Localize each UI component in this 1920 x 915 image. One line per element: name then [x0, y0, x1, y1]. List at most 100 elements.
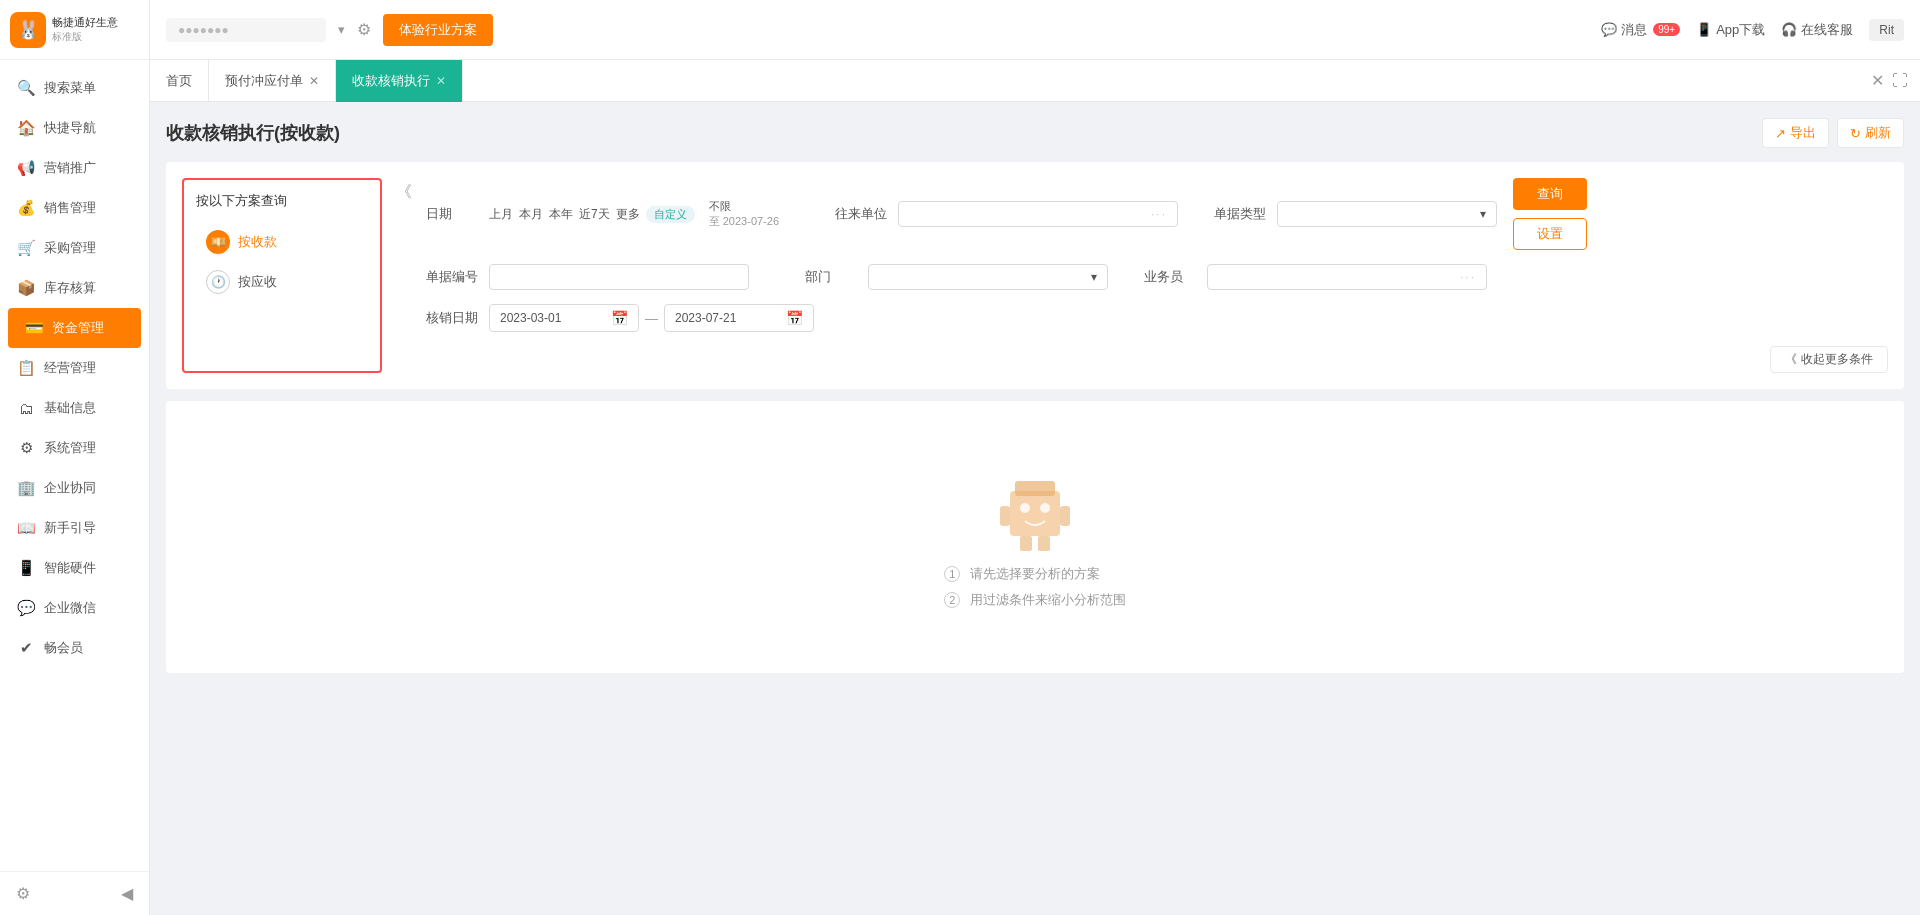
message-button[interactable]: 💬 消息 99+	[1601, 21, 1680, 39]
filter-collapse-button[interactable]: 《	[394, 178, 414, 373]
guide-menu-label: 新手引导	[44, 519, 96, 537]
filter-sidebar-title: 按以下方案查询	[196, 192, 368, 210]
counterpart-label: 往来单位	[835, 205, 890, 223]
sidebar-item-basic[interactable]: 🗂 基础信息	[0, 388, 149, 428]
date-last-7days[interactable]: 近7天	[579, 206, 610, 223]
tab-home[interactable]: 首页	[150, 60, 209, 102]
system-menu-label: 系统管理	[44, 439, 96, 457]
sales-menu-label: 销售管理	[44, 199, 96, 217]
collapse-sidebar-icon[interactable]: ◀	[121, 884, 133, 903]
operation-menu-label: 经营管理	[44, 359, 96, 377]
svg-rect-4	[1000, 506, 1010, 526]
tab-window-buttons: ✕ ⛶	[1871, 71, 1920, 90]
industry-solution-button[interactable]: 体验行业方案	[383, 14, 493, 46]
filter-settings-button[interactable]: 设置	[1513, 218, 1587, 250]
member-menu-label: 畅会员	[44, 639, 83, 657]
service-icon: 🎧	[1781, 22, 1797, 37]
tab-prepay[interactable]: 预付冲应付单 ✕	[209, 60, 336, 102]
filter-option-by-receivable[interactable]: 🕐 按应收	[196, 262, 368, 302]
tab-prepay-label: 预付冲应付单	[225, 72, 303, 90]
app-download-button[interactable]: 📱 App下载	[1696, 21, 1765, 39]
sidebar-item-member[interactable]: ✔ 畅会员	[0, 628, 149, 668]
message-icon: 💬	[1601, 22, 1617, 37]
header-right: 💬 消息 99+ 📱 App下载 🎧 在线客服 Rit	[1601, 19, 1904, 41]
date-this-month[interactable]: 本月	[519, 206, 543, 223]
sidebar-item-wechat[interactable]: 💬 企业微信	[0, 588, 149, 628]
date-last-month[interactable]: 上月	[489, 206, 513, 223]
wechat-menu-label: 企业微信	[44, 599, 96, 617]
tab-bar: 首页 预付冲应付单 ✕ 收款核销执行 ✕ ✕ ⛶	[150, 60, 1920, 102]
svg-point-3	[1040, 503, 1050, 513]
tab-prepay-close-icon[interactable]: ✕	[309, 74, 319, 88]
tab-home-label: 首页	[166, 72, 192, 90]
logo-edition: 标准版	[52, 30, 118, 44]
svg-rect-0	[1010, 491, 1060, 536]
tab-maximize-icon[interactable]: ⛶	[1892, 72, 1908, 90]
sidebar-item-search[interactable]: 🔍 搜索菜单	[0, 68, 149, 108]
date-custom[interactable]: 自定义	[646, 206, 695, 223]
query-button[interactable]: 查询	[1513, 178, 1587, 210]
purchase-menu-label: 采购管理	[44, 239, 96, 257]
header-dropdown-icon[interactable]: ▾	[338, 22, 345, 37]
doctype-select[interactable]: ▾	[1277, 201, 1497, 227]
sidebar-item-sales[interactable]: 💰 销售管理	[0, 188, 149, 228]
by-receivable-label: 按应收	[238, 273, 277, 291]
collapse-more-button[interactable]: 《 收起更多条件	[1770, 346, 1888, 373]
collapse-more-section: 《 收起更多条件	[426, 346, 1888, 373]
user-avatar[interactable]: Rit	[1869, 19, 1904, 41]
search-menu-label: 搜索菜单	[44, 79, 96, 97]
doctype-dropdown-icon: ▾	[1480, 207, 1486, 221]
guide-menu-icon: 📖	[16, 518, 36, 538]
counterpart-dots: ···	[1151, 207, 1167, 221]
sidebar-item-marketing[interactable]: 📢 营销推广	[0, 148, 149, 188]
sidebar-item-operation[interactable]: 📋 经营管理	[0, 348, 149, 388]
date-this-year[interactable]: 本年	[549, 206, 573, 223]
sidebar-item-guide[interactable]: 📖 新手引导	[0, 508, 149, 548]
tab-receipt-writeoff[interactable]: 收款核销执行 ✕	[336, 60, 463, 102]
refresh-button[interactable]: ↻ 刷新	[1837, 118, 1904, 148]
writeoff-date-end-input[interactable]: 2023-07-21 📅	[664, 304, 814, 332]
sidebar-item-enterprise[interactable]: 🏢 企业协同	[0, 468, 149, 508]
enterprise-menu-label: 企业协同	[44, 479, 96, 497]
docno-input[interactable]	[489, 264, 749, 290]
doctype-field: 单据类型 ▾	[1214, 201, 1497, 227]
sidebar-item-inventory[interactable]: 📦 库存核算	[0, 268, 149, 308]
date-shortcuts: 上月 本月 本年 近7天 更多 自定义	[489, 206, 695, 223]
counterpart-input[interactable]: ···	[898, 201, 1178, 227]
sidebar-item-finance[interactable]: 💳 资金管理	[8, 308, 141, 348]
search-placeholder-text: ●●●●●●●	[178, 23, 229, 37]
logo-icon: 🐰	[10, 12, 46, 48]
collapse-icon: 《	[396, 182, 412, 203]
svg-rect-5	[1060, 506, 1070, 526]
dept-select[interactable]: ▾	[868, 264, 1108, 290]
header-gear-icon[interactable]: ⚙	[357, 20, 371, 39]
quick-nav-menu-icon: 🏠	[16, 118, 36, 138]
export-button[interactable]: ↗ 导出	[1762, 118, 1829, 148]
page-content: 收款核销执行(按收款) ↗ 导出 ↻ 刷新 按以下方案查询 💴 按收款	[150, 102, 1920, 915]
sidebar-item-purchase[interactable]: 🛒 采购管理	[0, 228, 149, 268]
writeoff-date-start-input[interactable]: 2023-03-01 📅	[489, 304, 639, 332]
empty-hint: 1 请先选择要分析的方案 2 用过滤条件来缩小分析范围	[944, 561, 1126, 613]
date-more[interactable]: 更多	[616, 206, 640, 223]
settings-icon[interactable]: ⚙	[16, 884, 30, 903]
date-range-note: 不限 至 2023-07-26	[709, 199, 779, 229]
app-label: App下载	[1716, 21, 1765, 39]
empty-hint-1: 1 请先选择要分析的方案	[944, 561, 1126, 587]
online-service-button[interactable]: 🎧 在线客服	[1781, 21, 1853, 39]
salesperson-input[interactable]: ···	[1207, 264, 1487, 290]
sidebar-item-quick-nav[interactable]: 🏠 快捷导航	[0, 108, 149, 148]
sidebar-item-hardware[interactable]: 📱 智能硬件	[0, 548, 149, 588]
sidebar-item-system[interactable]: ⚙ 系统管理	[0, 428, 149, 468]
marketing-menu-icon: 📢	[16, 158, 36, 178]
docno-label: 单据编号	[426, 268, 481, 286]
basic-menu-icon: 🗂	[16, 398, 36, 418]
purchase-menu-icon: 🛒	[16, 238, 36, 258]
tab-close-window-icon[interactable]: ✕	[1871, 71, 1884, 90]
logo-text-block: 畅捷通好生意 标准版	[52, 15, 118, 43]
writeoff-start-calendar-icon[interactable]: 📅	[611, 310, 628, 326]
hint-num-2: 2	[944, 592, 960, 608]
by-receipt-label: 按收款	[238, 233, 277, 251]
filter-option-by-receipt[interactable]: 💴 按收款	[196, 222, 368, 262]
tab-receipt-writeoff-close-icon[interactable]: ✕	[436, 74, 446, 88]
writeoff-end-calendar-icon[interactable]: 📅	[786, 310, 803, 326]
